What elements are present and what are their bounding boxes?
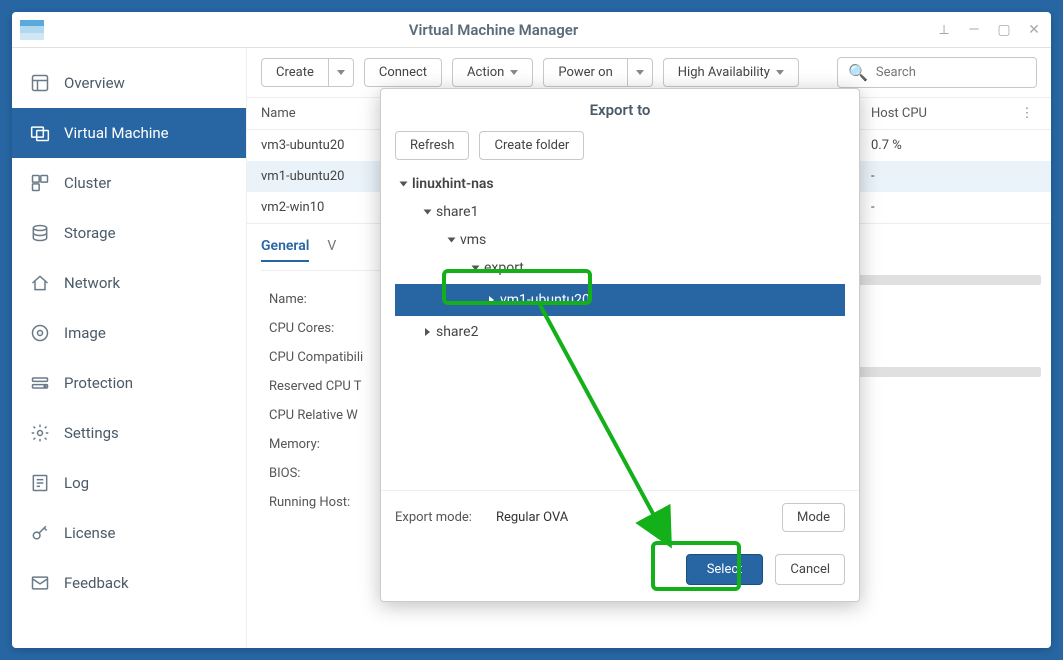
button-label: Action (467, 65, 504, 80)
caret-down-icon (510, 70, 518, 75)
sidebar-item-label: Overview (64, 74, 125, 92)
power-on-dropdown[interactable] (628, 58, 653, 87)
tree-label: vms (460, 232, 486, 248)
sidebar-item-protection[interactable]: Protection (12, 358, 246, 408)
chevron-down-icon (472, 266, 480, 271)
high-availability-button[interactable]: High Availability (663, 58, 799, 87)
export-modal: Export to Refresh Create folder linuxhin… (380, 88, 860, 602)
create-button-group: Create (261, 58, 354, 87)
tree-node-share2[interactable]: share2 (395, 318, 845, 346)
action-button[interactable]: Action (452, 58, 533, 87)
log-icon (30, 473, 50, 493)
titlebar: Virtual Machine Manager ⟂ — ▢ ✕ (12, 12, 1051, 48)
sidebar-item-label: Network (64, 274, 120, 292)
create-folder-button[interactable]: Create folder (479, 131, 584, 160)
search-input[interactable] (876, 65, 1042, 80)
window-title: Virtual Machine Manager (52, 21, 935, 39)
pin-icon[interactable]: ⟂ (935, 22, 953, 38)
app-icon (20, 20, 44, 40)
gear-icon (30, 423, 50, 443)
image-icon (30, 323, 50, 343)
tree-node-root[interactable]: linuxhint-nas (395, 170, 845, 198)
cell-cpu: - (871, 169, 1017, 184)
folder-tree: linuxhint-nas share1 vms export vm1-ubun… (381, 170, 859, 490)
sidebar-item-label: Feedback (64, 574, 129, 592)
tree-node-export[interactable]: export (395, 254, 845, 282)
vm-icon (30, 123, 50, 143)
mail-icon (30, 573, 50, 593)
sidebar-item-feedback[interactable]: Feedback (12, 558, 246, 608)
cluster-icon (30, 173, 50, 193)
connect-button[interactable]: Connect (364, 58, 442, 87)
tree-label: share1 (436, 204, 478, 220)
export-mode-label: Export mode: (395, 510, 472, 525)
chevron-right-icon (489, 296, 494, 304)
select-button[interactable]: Select (686, 554, 764, 585)
tree-label: vm1-ubuntu20 (500, 292, 590, 308)
search-box[interactable]: 🔍 (837, 57, 1037, 88)
caret-down-icon (636, 70, 644, 75)
search-icon: 🔍 (848, 63, 868, 82)
caret-down-icon (776, 70, 784, 75)
create-button[interactable]: Create (261, 58, 329, 87)
sidebar-item-image[interactable]: Image (12, 308, 246, 358)
export-mode-value: Regular OVA (496, 510, 568, 525)
col-header-cpu[interactable]: Host CPU (871, 106, 1017, 121)
cell-cpu: 0.7 % (871, 138, 1017, 153)
cell-cpu: - (871, 200, 1017, 215)
col-header-menu[interactable]: ⋮ (1017, 106, 1037, 121)
sidebar-item-label: Protection (64, 374, 133, 392)
protection-icon (30, 373, 50, 393)
tree-node-share1[interactable]: share1 (395, 198, 845, 226)
chevron-down-icon (448, 238, 456, 243)
network-icon (30, 273, 50, 293)
sidebar-item-label: Log (64, 474, 89, 492)
minimize-icon[interactable]: — (965, 22, 983, 38)
tab-general[interactable]: General (261, 238, 309, 262)
cancel-button[interactable]: Cancel (775, 554, 845, 585)
sidebar-item-settings[interactable]: Settings (12, 408, 246, 458)
sidebar-item-label: Settings (64, 424, 119, 442)
sidebar-item-label: Cluster (64, 174, 111, 192)
sidebar-item-label: Image (64, 324, 106, 342)
overview-icon (30, 73, 50, 93)
sidebar-item-label: License (64, 524, 116, 542)
sidebar-item-license[interactable]: License (12, 508, 246, 558)
tab-other[interactable]: V (327, 238, 336, 262)
button-label: High Availability (678, 65, 770, 80)
sidebar: Overview Virtual Machine Cluster Storage… (12, 48, 247, 648)
sidebar-item-label: Virtual Machine (64, 124, 169, 142)
sidebar-item-network[interactable]: Network (12, 258, 246, 308)
chevron-right-icon (425, 328, 430, 336)
sidebar-item-overview[interactable]: Overview (12, 58, 246, 108)
chevron-down-icon (424, 210, 432, 215)
tree-label: linuxhint-nas (412, 176, 494, 192)
sidebar-item-log[interactable]: Log (12, 458, 246, 508)
tree-node-vms[interactable]: vms (395, 226, 845, 254)
power-on-button[interactable]: Power on (543, 58, 627, 87)
create-dropdown[interactable] (329, 58, 354, 87)
chevron-down-icon (400, 182, 408, 187)
close-icon[interactable]: ✕ (1025, 22, 1043, 38)
tree-label: export (484, 260, 524, 276)
modal-title: Export to (381, 89, 859, 131)
tree-node-selected[interactable]: vm1-ubuntu20 (395, 284, 845, 316)
maximize-icon[interactable]: ▢ (995, 22, 1013, 38)
tree-label: share2 (436, 324, 478, 340)
mode-button[interactable]: Mode (782, 503, 845, 532)
sidebar-item-storage[interactable]: Storage (12, 208, 246, 258)
sidebar-item-virtual-machine[interactable]: Virtual Machine (12, 108, 246, 158)
sidebar-item-cluster[interactable]: Cluster (12, 158, 246, 208)
storage-icon (30, 223, 50, 243)
power-on-button-group: Power on (543, 58, 652, 87)
refresh-button[interactable]: Refresh (395, 131, 469, 160)
sidebar-item-label: Storage (64, 224, 116, 242)
modal-footer: Export mode: Regular OVA Mode (381, 490, 859, 544)
key-icon (30, 523, 50, 543)
caret-down-icon (337, 70, 345, 75)
